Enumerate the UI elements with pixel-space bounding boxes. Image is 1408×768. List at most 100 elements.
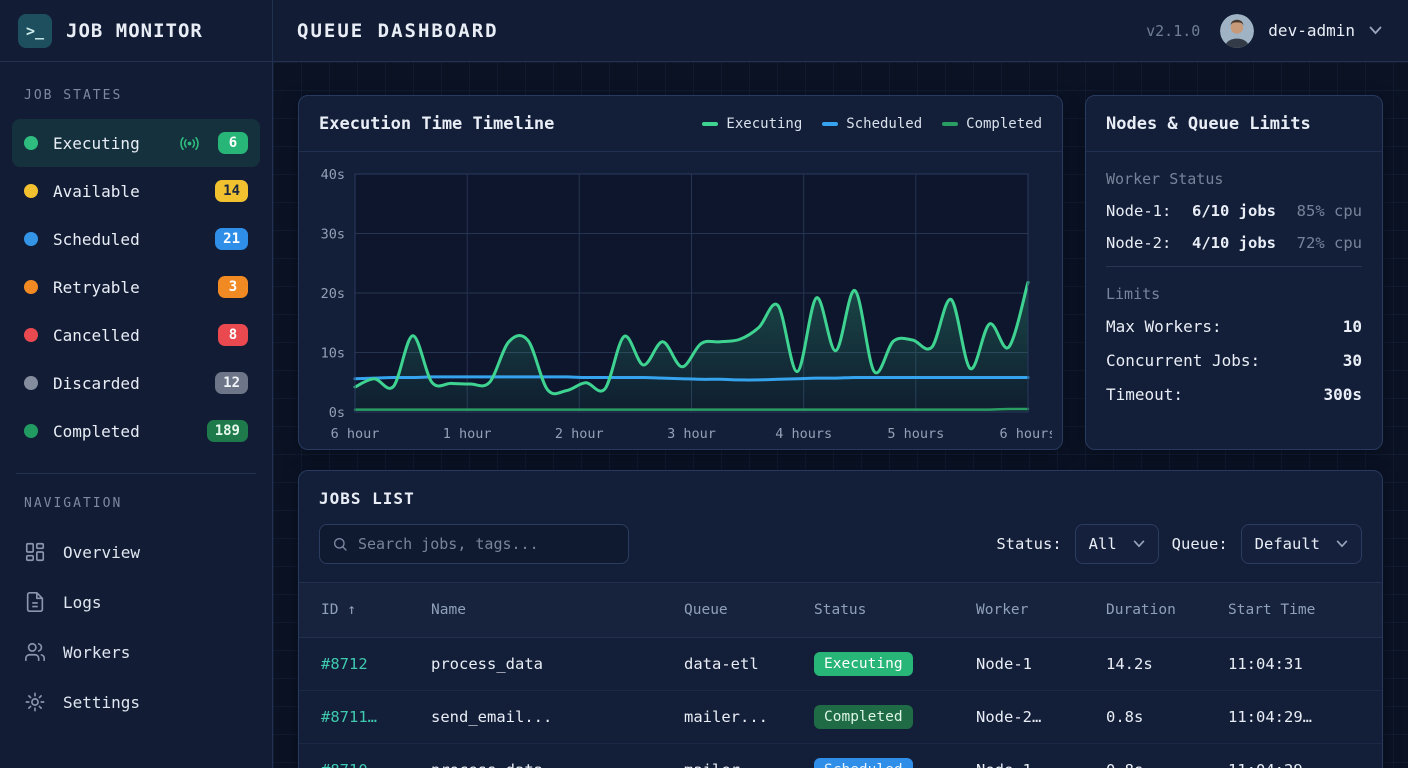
svg-text:3 hour: 3 hour <box>667 426 716 442</box>
chart-title: Execution Time Timeline <box>319 113 555 134</box>
sidebar-state-cancelled[interactable]: Cancelled 8 <box>12 311 260 359</box>
job-worker: Node-2… <box>976 708 1042 726</box>
table-row[interactable]: #8710process_datamailerScheduled Node-10.… <box>299 744 1382 768</box>
worker-name: Node-2: <box>1106 234 1172 252</box>
chevron-down-icon <box>1133 540 1145 548</box>
column-header-id[interactable]: ID ↑ <box>321 602 431 618</box>
svg-text:40s: 40s <box>321 167 345 183</box>
limit-row-concurrent-jobs: Concurrent Jobs: 30 <box>1106 351 1362 370</box>
sidebar-state-completed[interactable]: Completed 189 <box>12 407 260 455</box>
worker-cpu: 85% cpu <box>1296 202 1362 220</box>
sidebar: JOB STATES Executing 6 Available 14 Schedule… <box>0 62 273 768</box>
svg-text:30s: 30s <box>321 227 345 243</box>
worker-name: Node-1: <box>1106 202 1172 220</box>
nav-item-label: Settings <box>63 692 141 712</box>
sidebar-item-workers[interactable]: Workers <box>12 627 260 677</box>
chart-card-header: Execution Time Timeline Executing Schedul… <box>299 96 1062 152</box>
state-label: Available <box>53 181 140 201</box>
job-worker: Node-1 <box>976 655 1032 673</box>
job-id-link[interactable]: #8710 <box>321 761 431 768</box>
search-input[interactable] <box>358 535 616 553</box>
table-row[interactable]: #8712 process_data data-etl Executing Node-1… <box>299 638 1382 691</box>
status-badge: Executing <box>814 652 913 676</box>
navigation-section-label: NAVIGATION <box>24 496 123 511</box>
state-label: Scheduled <box>53 229 140 249</box>
state-label: Cancelled <box>53 325 140 345</box>
status-filter-value: All <box>1088 535 1117 553</box>
job-status-cell: Executing <box>814 652 976 676</box>
job-id-link[interactable]: #8711… <box>321 708 431 726</box>
legend-label: Scheduled <box>846 115 923 132</box>
page-title: QUEUE DASHBOARD <box>297 19 499 42</box>
queue-filter-value: Default <box>1254 535 1320 553</box>
search-box[interactable] <box>319 524 629 564</box>
sidebar-state-retryable[interactable]: Retryable 3 <box>12 263 260 311</box>
sidebar-divider <box>16 473 256 474</box>
column-header-duration[interactable]: Duration <box>1106 602 1228 618</box>
state-dot-icon <box>24 376 38 390</box>
column-header-queue[interactable]: Queue <box>684 602 814 618</box>
terminal-icon: >_ <box>18 13 52 48</box>
svg-text:5 hours: 5 hours <box>887 426 944 442</box>
svg-text:0s: 0s <box>329 405 345 421</box>
legend-label: Executing <box>726 115 803 132</box>
svg-text:4 hours: 4 hours <box>775 426 832 442</box>
state-count-badge: 6 <box>218 132 248 154</box>
job-duration: 0.8s <box>1106 708 1144 726</box>
status-filter-label: Status: <box>996 535 1062 553</box>
navigation-list: Overview Logs Workers Settings <box>12 527 260 727</box>
sidebar-item-logs[interactable]: Logs <box>12 577 260 627</box>
worker-cpu: 72% cpu <box>1296 234 1362 252</box>
chevron-down-icon <box>1369 26 1382 35</box>
sidebar-item-overview[interactable]: Overview <box>12 527 260 577</box>
sidebar-state-scheduled[interactable]: Scheduled 21 <box>12 215 260 263</box>
state-dot-icon <box>24 328 38 342</box>
sidebar-state-discarded[interactable]: Discarded 12 <box>12 359 260 407</box>
legend-swatch-icon <box>942 121 959 126</box>
queue-filter-select[interactable]: Default <box>1240 524 1362 564</box>
column-header-status[interactable]: Status <box>814 602 976 618</box>
job-states-list: Executing 6 Available 14 Scheduled 21 Retryabl… <box>12 119 260 455</box>
legend-item-completed[interactable]: Completed <box>942 116 1042 132</box>
limit-row-max-workers: Max Workers: 10 <box>1106 317 1362 336</box>
column-header-start-time[interactable]: Start Time <box>1228 602 1382 618</box>
job-status-cell: Completed <box>814 705 976 729</box>
user-menu[interactable]: v2.1.0 dev-admin <box>1146 13 1382 48</box>
avatar-image <box>1220 13 1255 48</box>
sidebar-item-settings[interactable]: Settings <box>12 677 260 727</box>
limit-label: Timeout: <box>1106 385 1184 404</box>
column-header-worker[interactable]: Worker <box>976 602 1106 618</box>
live-broadcast-icon <box>178 136 201 151</box>
nodes-card-title: Nodes & Queue Limits <box>1106 113 1311 134</box>
sidebar-state-executing[interactable]: Executing 6 <box>12 119 260 167</box>
brand: >_ JOB MONITOR <box>0 0 273 61</box>
legend-item-scheduled[interactable]: Scheduled <box>822 116 922 132</box>
state-count-badge: 21 <box>215 228 248 250</box>
avatar[interactable] <box>1220 13 1255 48</box>
job-id-link[interactable]: #8712 <box>321 655 431 673</box>
legend-item-executing[interactable]: Executing <box>702 116 802 132</box>
legend-label: Completed <box>966 115 1042 132</box>
svg-text:2 hour: 2 hour <box>555 426 604 442</box>
sidebar-state-available[interactable]: Available 14 <box>12 167 260 215</box>
job-states-section-label: JOB STATES <box>24 88 123 103</box>
status-badge: Completed <box>814 705 913 729</box>
status-badge: Scheduled <box>814 758 913 768</box>
svg-text:20s: 20s <box>321 286 345 302</box>
nodes-divider <box>1106 266 1362 267</box>
state-count-badge: 14 <box>215 180 248 202</box>
jobs-header: JOBS LIST Status: All Queue: <box>299 471 1382 582</box>
svg-text:6 hours: 6 hours <box>1000 426 1052 442</box>
column-header-name[interactable]: Name <box>431 602 684 618</box>
state-label: Executing <box>53 133 140 153</box>
worker-status-list: Node-1: 6/10 jobs 85% cpu Node-2: 4/10 jobs 7… <box>1106 202 1362 252</box>
state-count-badge: 12 <box>215 372 248 394</box>
brand-name: JOB MONITOR <box>66 19 203 42</box>
table-row[interactable]: #8711… send_email... mailer... Completed Nod… <box>299 691 1382 744</box>
main-content: Execution Time Timeline Executing Schedul… <box>273 62 1408 768</box>
worker-jobs: 4/10 jobs <box>1192 234 1276 252</box>
worker-jobs: 6/10 jobs <box>1192 202 1276 220</box>
topbar-main: QUEUE DASHBOARD v2.1.0 dev-admin <box>273 0 1408 61</box>
nodes-limits-card: Nodes & Queue Limits Worker Status Node-… <box>1085 95 1383 450</box>
status-filter-select[interactable]: All <box>1074 524 1159 564</box>
